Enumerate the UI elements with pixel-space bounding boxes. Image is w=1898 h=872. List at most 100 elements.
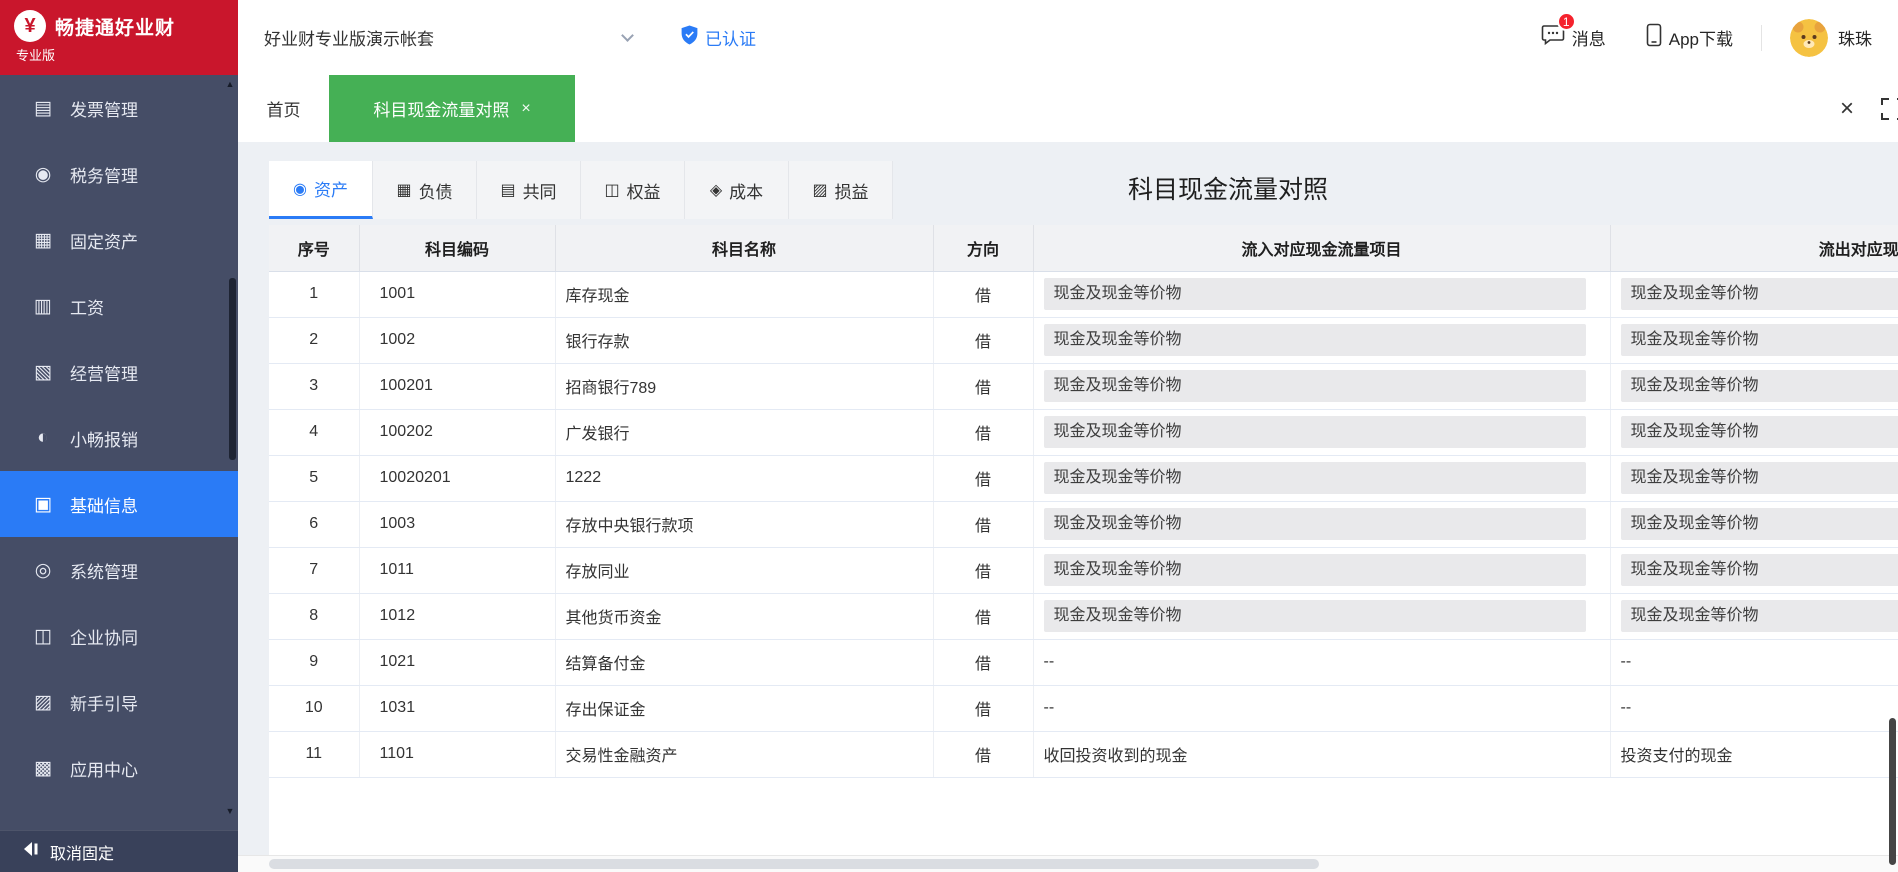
cell-direction: 借 [933,455,1034,502]
cell-code: 1012 [359,593,556,640]
inflow-field[interactable]: 现金及现金等价物 [1043,324,1586,356]
cell-code: 1002 [359,317,556,364]
sidebar-scroll-up-icon[interactable]: ▲ [224,79,236,89]
vertical-scrollbar-thumb[interactable] [1889,718,1896,865]
sidebar-item-label: 系统管理 [70,562,138,582]
cell-direction: 借 [933,363,1034,410]
cell-code: 1101 [359,731,556,778]
document-tabbar: 首页 科目现金流量对照 × × [238,75,1898,142]
sidebar-scrollbar-thumb[interactable] [229,278,236,460]
cell-no: 6 [269,501,360,548]
category-tab[interactable]: ◫ 权益 [581,161,685,219]
cell-outflow: -- [1610,639,1898,686]
outflow-field[interactable]: 现金及现金等价物 [1620,462,1898,494]
column-header: 流入对应现金流量项目 [1033,225,1611,272]
tab-subject-cashflow[interactable]: 科目现金流量对照 × [329,75,575,142]
cell-outflow: 投资支付的现金 [1610,731,1898,778]
inflow-field[interactable]: 现金及现金等价物 [1043,600,1586,632]
outflow-field[interactable]: 现金及现金等价物 [1620,600,1898,632]
page-title: 科目现金流量对照 [1127,176,1329,204]
cell-code: 1021 [359,639,556,686]
common-icon: ▤ [500,182,516,199]
category-tab-label: 损益 [834,182,869,202]
inflow-field[interactable]: 现金及现金等价物 [1043,370,1586,402]
inflow-field[interactable]: 现金及现金等价物 [1043,462,1586,494]
sidebar-item-label: 企业协同 [70,628,138,648]
horizontal-scrollbar-thumb[interactable] [269,859,1319,869]
table-row: 8 1012 其他货币资金借现金及现金等价物 现金及现金等价物 [269,593,1898,640]
messages-label: 消息 [1571,30,1606,49]
cell-inflow: 现金及现金等价物 [1033,317,1611,364]
messages-button[interactable]: 1 消息 [1541,12,1606,51]
sidebar-item-7[interactable]: ▣ 基础信息 [0,471,238,537]
close-all-tabs-icon[interactable]: × [1840,75,1854,142]
cell-name: 存出保证金 [555,685,934,732]
outflow-field[interactable]: 现金及现金等价物 [1620,370,1898,402]
sidebar-item-1[interactable]: ▤ 发票管理 [0,75,238,141]
app-download-button[interactable]: App下载 [1646,23,1733,52]
category-tab[interactable]: ▤ 共同 [477,161,581,219]
sidebar-item-3[interactable]: ▦ 固定资产 [0,207,238,273]
cell-code: 1001 [359,271,556,318]
logo-title: 畅捷通好业财 [55,17,176,39]
sidebar-item-label: 应用中心 [70,760,138,780]
sidebar-item-11[interactable]: ▩ 应用中心 [0,735,238,801]
table-row: 10 1031 存出保证金借 -- -- [269,685,1898,732]
operations-icon: ▧ [34,361,52,383]
category-tab[interactable]: ◉ 资产 [269,161,373,219]
category-tabs: ◉ 资产 ▦ 负债 ▤ 共同 ◫ 权益 ◈ 成本 ▨ 损益 [269,161,893,219]
outflow-field[interactable]: 现金及现金等价物 [1620,554,1898,586]
inflow-field[interactable]: 现金及现金等价物 [1043,508,1586,540]
inflow-field[interactable]: 现金及现金等价物 [1043,554,1586,586]
user-profile[interactable]: 珠珠 [1790,18,1872,57]
fullscreen-icon[interactable] [1880,97,1898,126]
unpin-icon [22,842,40,861]
cell-outflow: 现金及现金等价物 [1610,363,1898,410]
tab-close-icon[interactable]: × [521,100,530,118]
cell-code: 1003 [359,501,556,548]
sidebar-item-8[interactable]: ◎ 系统管理 [0,537,238,603]
account-book-select[interactable]: 好业财专业版演示帐套 [264,25,634,50]
sidebar-menu: ▤ 发票管理 ◉ 税务管理 ▦ 固定资产 ▥ 工资 ▧ 经营管理 ◐ 小畅报销 ▣ 基础信息 ◎ 系统管理 ◫ 企… [0,75,238,801]
unpin-sidebar-button[interactable]: 取消固定 [0,830,238,872]
table-zone: 序号科目编码科目名称方向流入对应现金流量项目流出对应现金流量项目 11001库存… [269,225,1898,855]
outflow-field[interactable]: 现金及现金等价物 [1620,416,1898,448]
cell-no: 1 [269,271,360,318]
cell-inflow: 现金及现金等价物 [1033,271,1611,318]
column-header: 序号 [269,225,360,272]
table-header-row: 序号科目编码科目名称方向流入对应现金流量项目流出对应现金流量项目 [269,225,1898,272]
outflow-field[interactable]: 现金及现金等价物 [1620,508,1898,540]
sidebar-item-5[interactable]: ▧ 经营管理 [0,339,238,405]
cell-outflow: 现金及现金等价物 [1610,455,1898,502]
outflow-field[interactable]: 现金及现金等价物 [1620,278,1898,310]
cell-name: 广发银行 [555,409,934,456]
system-icon: ◎ [34,559,52,581]
column-header: 科目名称 [555,225,934,272]
cell-outflow: 现金及现金等价物 [1610,501,1898,548]
sidebar-scroll-down-icon[interactable]: ▼ [224,806,236,816]
sidebar-item-10[interactable]: ▨ 新手引导 [0,669,238,735]
sidebar-item-label: 基础信息 [70,496,138,516]
category-tab[interactable]: ▦ 负债 [373,161,477,219]
category-tab-label: 成本 [729,182,764,202]
category-tab-label: 负债 [418,182,453,202]
cell-outflow: -- [1610,685,1898,732]
inflow-field[interactable]: 现金及现金等价物 [1043,278,1586,310]
sidebar-item-9[interactable]: ◫ 企业协同 [0,603,238,669]
certified-badge[interactable]: 已认证 [680,25,756,50]
category-tab[interactable]: ▨ 损益 [789,161,893,219]
cell-direction: 借 [933,731,1034,778]
inflow-field[interactable]: 现金及现金等价物 [1043,416,1586,448]
sidebar-item-4[interactable]: ▥ 工资 [0,273,238,339]
sidebar-item-2[interactable]: ◉ 税务管理 [0,141,238,207]
sidebar-item-6[interactable]: ◐ 小畅报销 [0,405,238,471]
brand-mark-icon: ¥ [14,10,46,42]
cell-direction: 借 [933,639,1034,686]
outflow-field[interactable]: 现金及现金等价物 [1620,324,1898,356]
cell-outflow: 现金及现金等价物 [1610,593,1898,640]
category-tab[interactable]: ◈ 成本 [685,161,789,219]
cost-icon: ◈ [709,182,723,199]
horizontal-scrollbar[interactable] [238,855,1898,872]
collaboration-icon: ◫ [34,625,52,647]
tab-home[interactable]: 首页 [238,75,329,142]
